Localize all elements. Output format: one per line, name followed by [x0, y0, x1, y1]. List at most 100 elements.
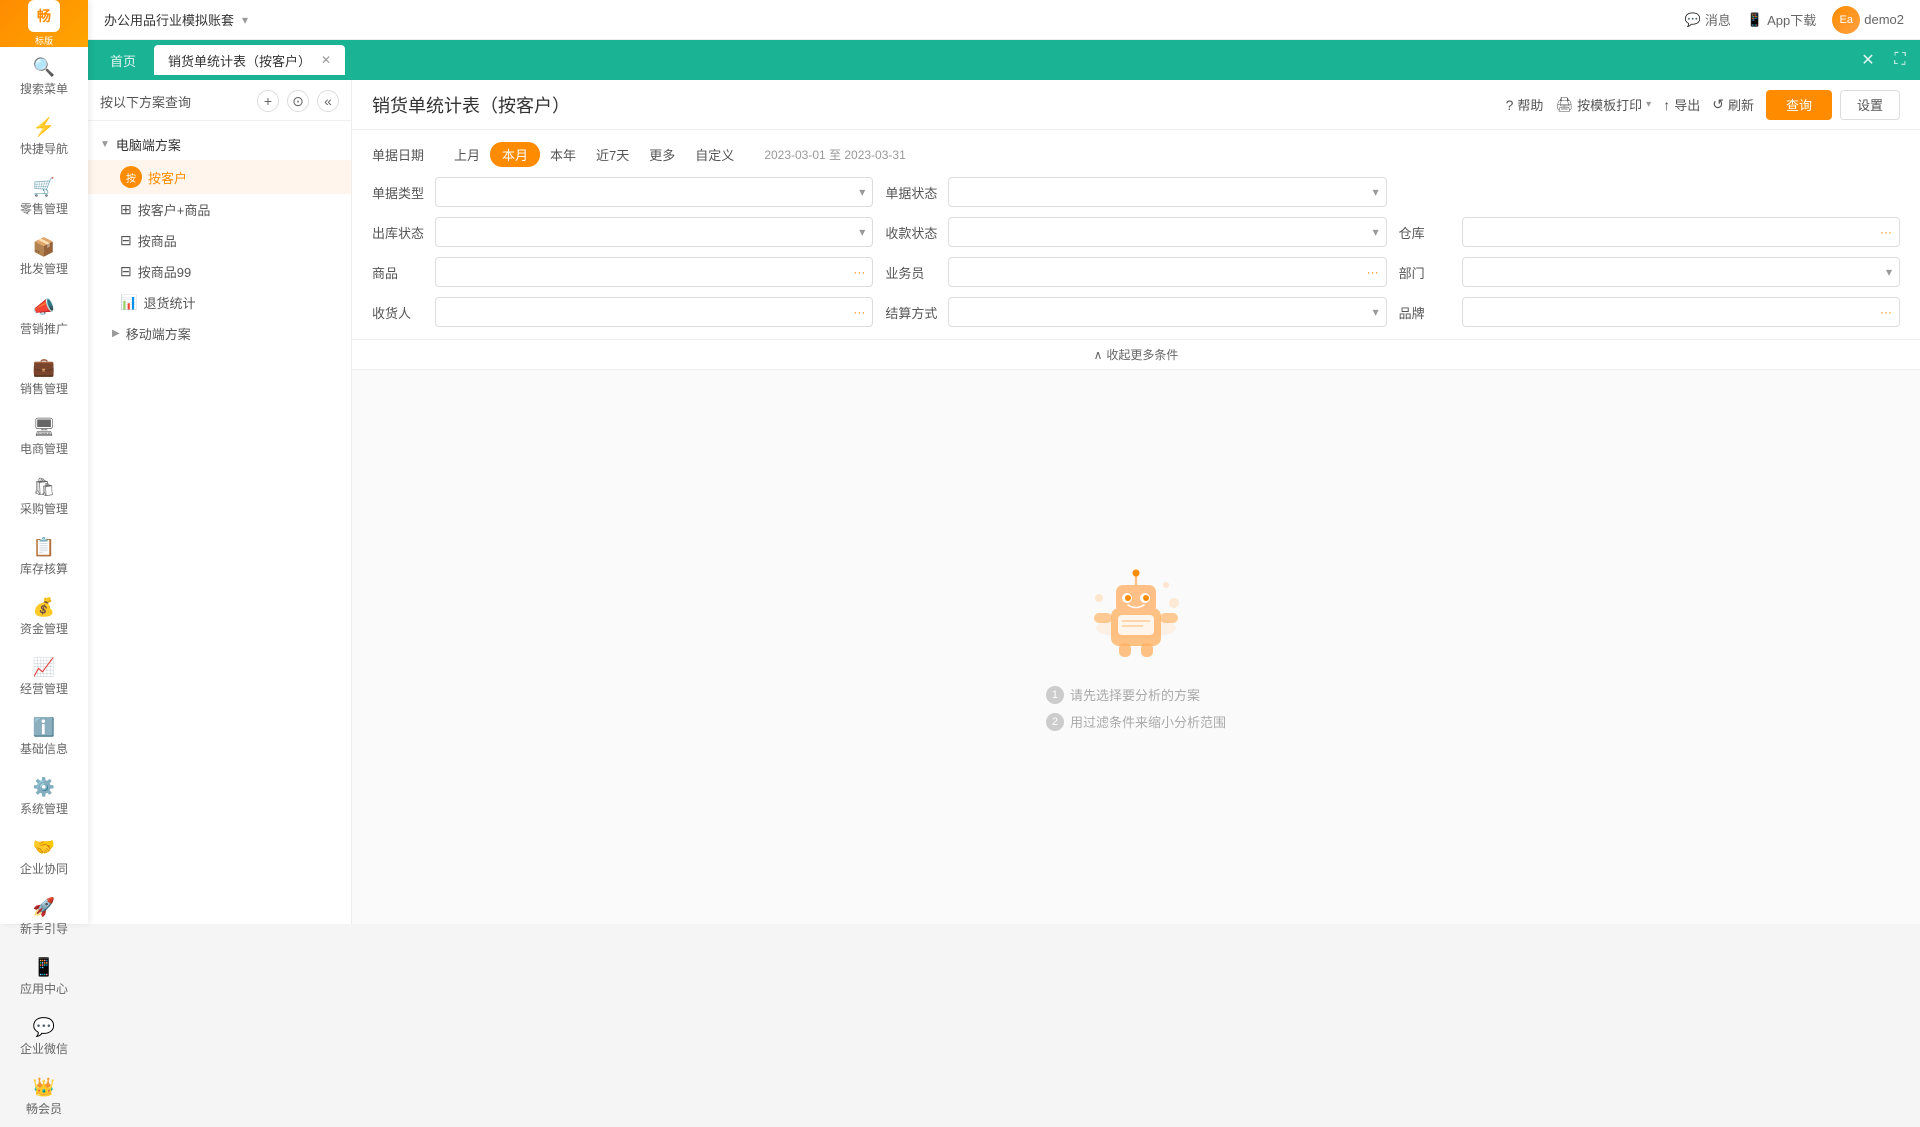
tab-report-label: 销货单统计表（按客户）: [168, 51, 311, 70]
collapse-panel-button[interactable]: «: [317, 90, 339, 112]
finance-icon: 💰: [33, 597, 55, 618]
sidebar-item-search[interactable]: 🔍 搜索菜单: [0, 47, 88, 107]
salesman-wrap: ···: [948, 257, 1386, 287]
salesman-more-icon[interactable]: ···: [1367, 265, 1379, 279]
doc-type-input[interactable]: [435, 177, 873, 207]
tab-report-close[interactable]: ✕: [321, 53, 331, 67]
date-tab-this-month[interactable]: 本月: [490, 142, 540, 167]
tree-item-icon: ⊞: [120, 201, 132, 218]
date-tab-7days[interactable]: 近7天: [586, 142, 639, 167]
pay-status-input[interactable]: [948, 217, 1386, 247]
tree-mobile-label: 移动端方案: [126, 324, 191, 343]
help-button[interactable]: ? 帮助: [1506, 95, 1544, 114]
filter-row-2: 出库状态 ▾ 收款状态 ▾ 仓库: [372, 217, 1900, 247]
warehouse-more-icon[interactable]: ···: [1880, 225, 1892, 239]
sidebar-item-label: 搜索菜单: [20, 80, 68, 97]
sidebar-item-collab[interactable]: 🤝 企业协同: [0, 827, 88, 887]
left-panel-title: 按以下方案查询: [100, 92, 191, 111]
tree-item-by-customer[interactable]: 按 按客户: [88, 160, 351, 194]
add-scheme-button[interactable]: +: [257, 90, 279, 112]
salesman-input[interactable]: [948, 257, 1386, 287]
doc-status-input[interactable]: [948, 177, 1386, 207]
print-label: 按模板打印: [1577, 95, 1642, 114]
brand-input[interactable]: [1462, 297, 1900, 327]
sidebar-item-ecommerce[interactable]: 🖥 电商管理: [0, 407, 88, 467]
refresh-button[interactable]: ↺ 刷新: [1712, 95, 1754, 114]
tree-desktop-arrow: ▼: [100, 139, 110, 150]
date-tab-more[interactable]: 更多: [639, 142, 685, 167]
app-title: 办公用品行业模拟账套: [104, 10, 234, 29]
search-icon: 🔍: [33, 57, 55, 78]
right-panel: 销货单统计表（按客户） ? 帮助 🖨 按模板打印 ▾ ↑ 导出: [352, 80, 1920, 924]
query-button[interactable]: 查询: [1766, 90, 1832, 120]
sidebar-item-newbie[interactable]: 🚀 新手引导: [0, 887, 88, 947]
sidebar-item-quick[interactable]: ⚡ 快捷导航: [0, 107, 88, 167]
message-button[interactable]: 💬 消息: [1685, 10, 1731, 29]
collapse-bar[interactable]: ∧ 收起更多条件: [352, 340, 1920, 370]
user-menu[interactable]: Ea demo2: [1832, 6, 1904, 34]
receiver-label: 收货人: [372, 303, 427, 322]
print-icon: 🖨: [1555, 96, 1573, 113]
user-avatar: Ea: [1832, 6, 1860, 34]
sidebar-item-wholesale[interactable]: 📦 批发管理: [0, 227, 88, 287]
print-button[interactable]: 🖨 按模板打印 ▾: [1555, 95, 1651, 114]
tree-desktop-group[interactable]: ▼ 电脑端方案: [88, 129, 351, 160]
title-dropdown-icon[interactable]: ▾: [242, 13, 248, 27]
tree-mobile-group[interactable]: ▶ 移动端方案: [88, 318, 351, 349]
warehouse-input[interactable]: [1462, 217, 1900, 247]
tab-report[interactable]: 销货单统计表（按客户） ✕: [154, 45, 345, 75]
system-icon: ⚙️: [33, 777, 55, 798]
ship-status-input[interactable]: [435, 217, 873, 247]
sidebar-item-label: 新手引导: [20, 920, 68, 937]
settings-scheme-button[interactable]: ⊙: [287, 90, 309, 112]
retail-icon: 🛒: [33, 177, 55, 198]
sidebar-item-inventory[interactable]: 📋 库存核算: [0, 527, 88, 587]
tree-item-return-stats[interactable]: 📊 退货统计: [88, 287, 351, 318]
sidebar-item-retail[interactable]: 🛒 零售管理: [0, 167, 88, 227]
app-download-button[interactable]: 📱 App下载: [1747, 10, 1816, 29]
receiver-input[interactable]: [435, 297, 873, 327]
tree-item-by-goods[interactable]: ⊟ 按商品: [88, 225, 351, 256]
date-tab-this-year[interactable]: 本年: [540, 142, 586, 167]
sidebar-item-label: 零售管理: [20, 200, 68, 217]
settle-input[interactable]: [948, 297, 1386, 327]
sidebar-item-purchase[interactable]: 🛍 采购管理: [0, 467, 88, 527]
dept-input[interactable]: [1462, 257, 1900, 287]
doc-type-wrap: ▾: [435, 177, 873, 207]
left-panel-header: 按以下方案查询 + ⊙ «: [88, 80, 351, 121]
doc-status-cell: 单据状态 ▾: [885, 177, 1386, 207]
sidebar-item-finance[interactable]: 💰 资金管理: [0, 587, 88, 647]
sidebar-item-operations[interactable]: 📈 经营管理: [0, 647, 88, 707]
page-header-actions: ? 帮助 🖨 按模板打印 ▾ ↑ 导出 ↺ 刷新: [1506, 90, 1900, 120]
empty-hint-2: 2 用过滤条件来缩小分析范围: [1046, 712, 1226, 731]
receiver-more-icon[interactable]: ···: [853, 305, 865, 319]
sidebar-item-base[interactable]: ℹ️ 基础信息: [0, 707, 88, 767]
close-all-button[interactable]: ✕: [1856, 48, 1880, 72]
settings-button[interactable]: 设置: [1840, 90, 1900, 120]
sidebar-item-marketing[interactable]: 📣 营销推广: [0, 287, 88, 347]
app-logo[interactable]: 畅 标版: [0, 0, 88, 47]
sidebar-item-sales[interactable]: 💼 销售管理: [0, 347, 88, 407]
empty-hint-1: 1 请先选择要分析的方案: [1046, 685, 1226, 704]
vip-icon: 👑: [33, 1077, 55, 1098]
tree-item-customer-goods[interactable]: ⊞ 按客户+商品: [88, 194, 351, 225]
export-button[interactable]: ↑ 导出: [1663, 95, 1700, 114]
doc-status-wrap: ▾: [948, 177, 1386, 207]
sidebar-item-appcenter[interactable]: 📱 应用中心: [0, 947, 88, 1007]
sidebar-item-vip[interactable]: 👑 畅会员: [0, 1067, 88, 1127]
date-tab-last-month[interactable]: 上月: [444, 142, 490, 167]
expand-button[interactable]: ⛶: [1888, 48, 1912, 72]
tree-item-by-goods99[interactable]: ⊟ 按商品99: [88, 256, 351, 287]
settle-label: 结算方式: [885, 303, 940, 322]
tab-home[interactable]: 首页: [96, 45, 150, 75]
receiver-wrap: ···: [435, 297, 873, 327]
goods-input[interactable]: [435, 257, 873, 287]
brand-more-icon[interactable]: ···: [1880, 305, 1892, 319]
date-range-text: 2023-03-01 至 2023-03-31: [764, 146, 905, 163]
goods-more-icon[interactable]: ···: [853, 265, 865, 279]
sidebar-item-wechat[interactable]: 💬 企业微信: [0, 1007, 88, 1067]
hint-text-1: 请先选择要分析的方案: [1070, 685, 1200, 704]
sidebar-item-system[interactable]: ⚙️ 系统管理: [0, 767, 88, 827]
sidebar-item-label: 经营管理: [20, 680, 68, 697]
date-tab-custom[interactable]: 自定义: [685, 142, 744, 167]
